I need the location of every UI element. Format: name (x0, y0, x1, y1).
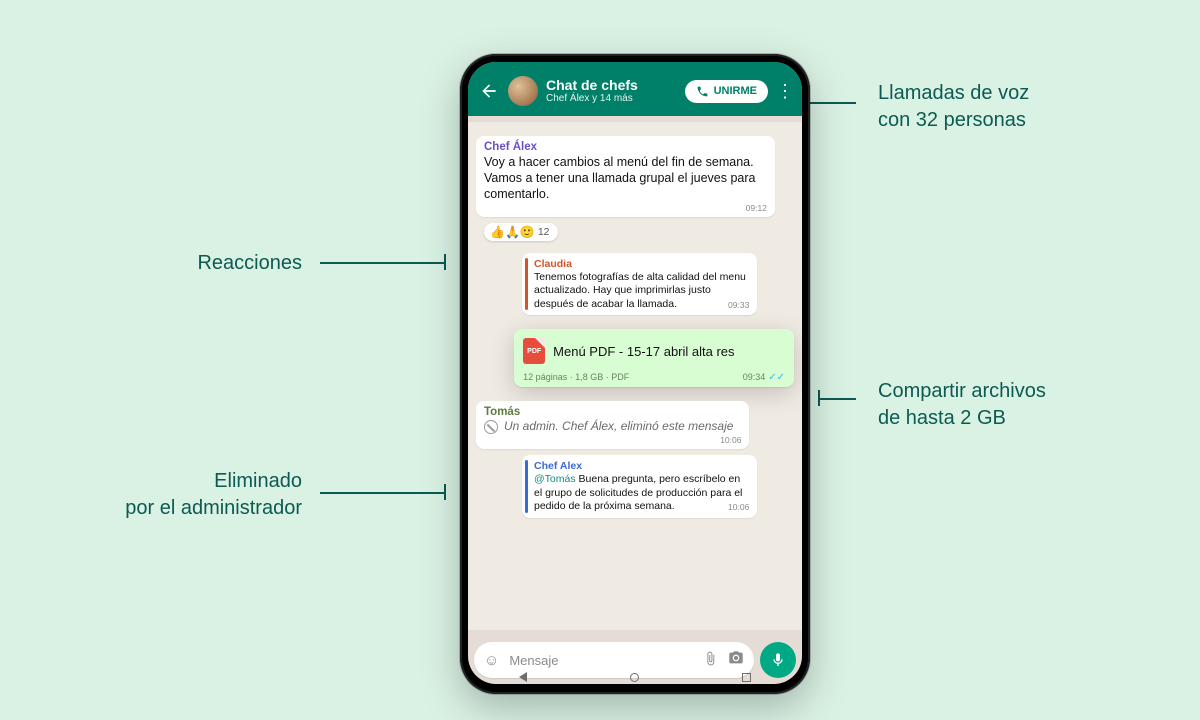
message-sender: Chef Alex (534, 460, 749, 472)
phone-screen: Chat de chefs Chef Álex y 14 más UNIRME … (468, 62, 802, 684)
message-incoming[interactable]: Claudia Tenemos fotografías de alta cali… (522, 253, 757, 315)
join-label: UNIRME (714, 85, 757, 97)
quote-bar (525, 258, 528, 310)
quote-bar (525, 460, 528, 512)
read-ticks-icon: ✓✓ (768, 372, 785, 383)
join-call-button[interactable]: UNIRME (685, 80, 768, 103)
message-body: Voy a hacer cambios al menú del fin de s… (484, 154, 767, 202)
marketing-stage: Llamadas de voz con 32 personas Comparti… (0, 0, 1200, 720)
back-icon[interactable] (478, 81, 500, 101)
camera-icon[interactable] (728, 650, 744, 670)
input-placeholder: Mensaje (509, 653, 693, 668)
callout-connector (320, 262, 444, 264)
callout-connector (818, 398, 856, 400)
chat-titles[interactable]: Chat de chefs Chef Álex y 14 más (546, 78, 677, 104)
group-avatar[interactable] (508, 76, 538, 106)
callout-tick (444, 484, 446, 500)
message-incoming[interactable]: Chef Alex @Tomás Buena pregunta, pero es… (522, 455, 757, 517)
file-name: Menú PDF - 15-17 abril alta res (553, 344, 734, 359)
file-meta: 12 páginas · 1,8 GB · PDF (523, 372, 629, 382)
callout-deleted: Eliminado por el administrador (125, 468, 302, 522)
message-time: 10:06 (484, 435, 741, 445)
message-input-bar: ☺ Mensaje (474, 642, 796, 678)
callout-tick (444, 254, 446, 270)
blocked-icon (484, 420, 498, 434)
phone-frame: Chat de chefs Chef Álex y 14 más UNIRME … (460, 54, 810, 694)
chat-header: Chat de chefs Chef Álex y 14 más UNIRME … (468, 62, 802, 116)
mic-button[interactable] (760, 642, 796, 678)
message-time: 10:06 (728, 502, 749, 512)
message-time: 09:12 (484, 203, 767, 213)
reaction-count: 12 (538, 226, 550, 238)
message-time: 09:34 (743, 372, 766, 382)
more-icon[interactable]: ⋮ (776, 81, 792, 102)
pdf-icon: PDF (523, 338, 545, 364)
message-incoming[interactable]: Chef Álex Voy a hacer cambios al menú de… (476, 136, 775, 217)
message-input[interactable]: ☺ Mensaje (474, 642, 754, 678)
mention: @Tomás (534, 473, 576, 485)
callout-voice: Llamadas de voz con 32 personas (878, 80, 1029, 134)
callout-connector (320, 492, 444, 494)
message-outgoing-file[interactable]: PDF Menú PDF - 15-17 abril alta res 12 p… (514, 329, 794, 387)
chat-scroll[interactable]: Chef Álex Voy a hacer cambios al menú de… (468, 122, 802, 630)
message-body: Tenemos fotografías de alta calidad del … (534, 271, 746, 310)
message-sender: Chef Álex (484, 141, 767, 153)
message-sender: Claudia (534, 258, 749, 270)
reaction-emojis: 👍🙏🙂 (490, 225, 535, 239)
attach-icon[interactable] (703, 651, 718, 670)
callout-files: Compartir archivos de hasta 2 GB (878, 378, 1046, 432)
message-sender: Tomás (484, 406, 741, 418)
callout-reactions: Reacciones (197, 250, 302, 277)
message-time: 09:33 (728, 300, 749, 310)
message-body: Un admin. Chef Álex, eliminó este mensaj… (504, 419, 733, 433)
callout-tick (818, 390, 820, 406)
chat-subtitle: Chef Álex y 14 más (546, 94, 677, 105)
chat-title: Chat de chefs (546, 78, 677, 93)
reactions-pill[interactable]: 👍🙏🙂 12 (484, 223, 558, 241)
emoji-icon[interactable]: ☺ (484, 652, 499, 669)
message-deleted[interactable]: Tomás Un admin. Chef Álex, eliminó este … (476, 401, 749, 449)
